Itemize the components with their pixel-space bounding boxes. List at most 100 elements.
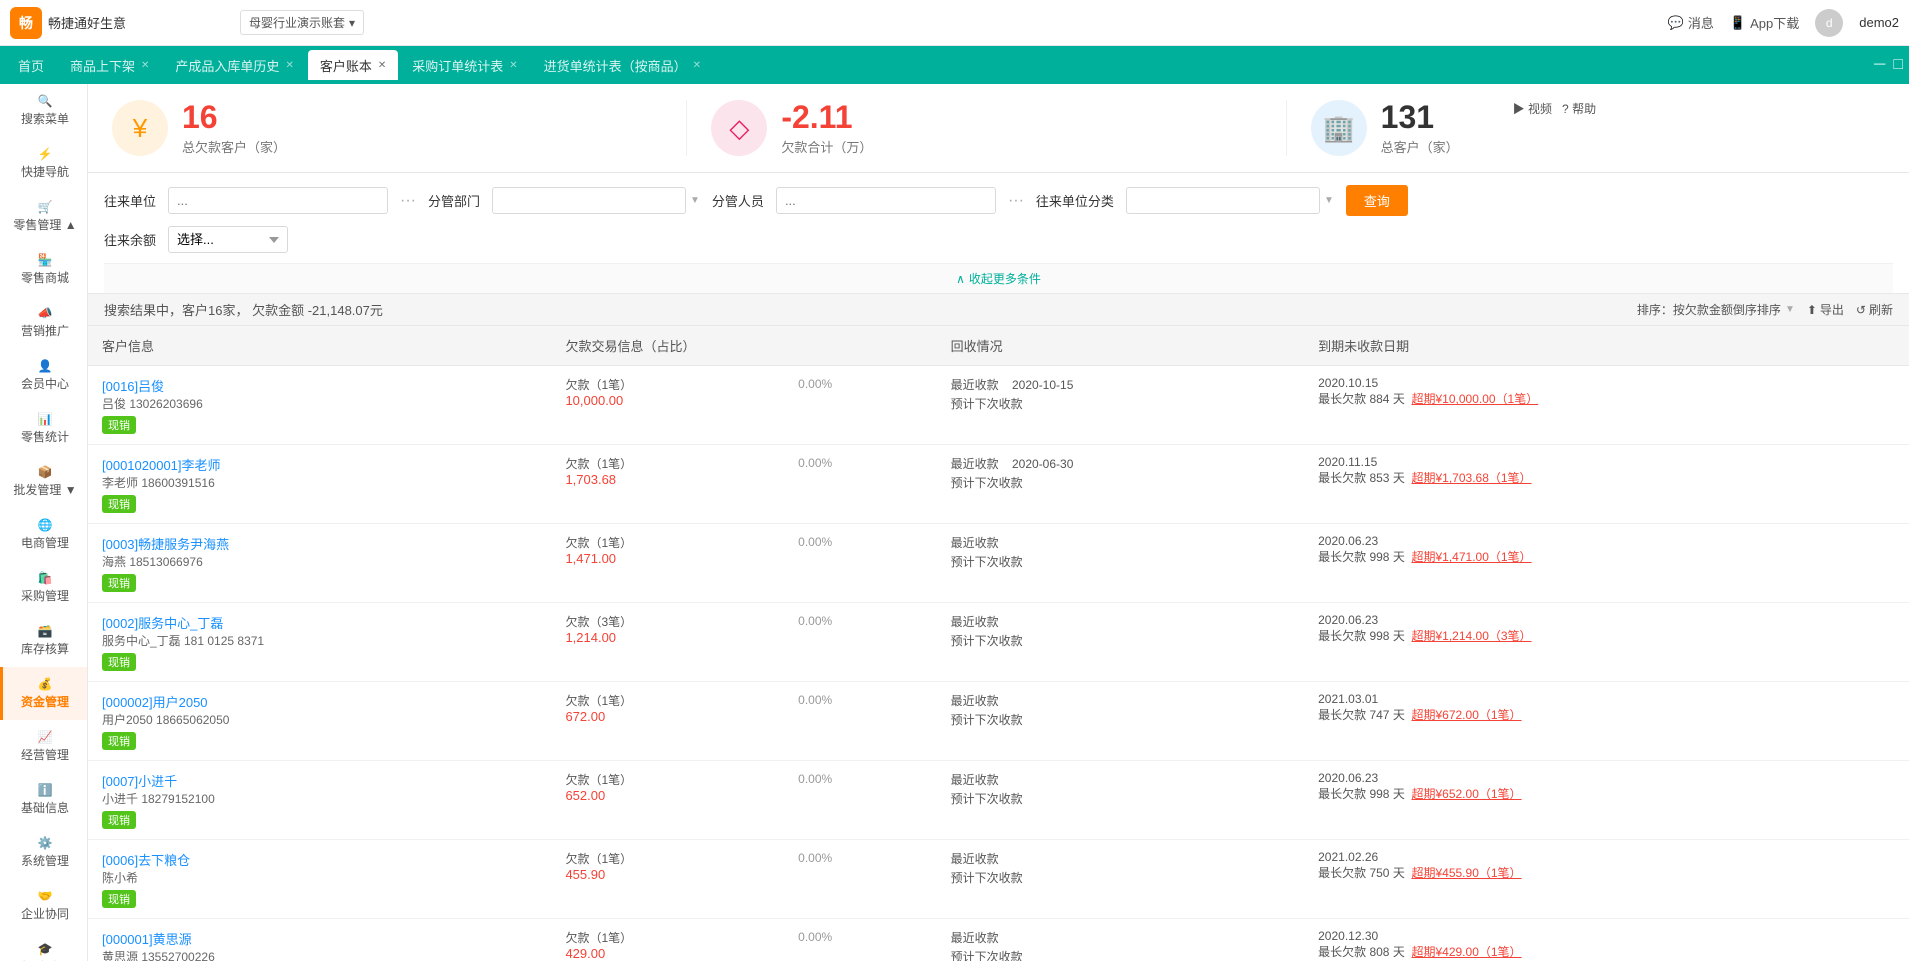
filter-input-person[interactable] [776,187,996,214]
cell-customer-3: [0002]服务中心_丁磊 服务中心_丁磊 181 0125 8371 现销 [88,603,551,682]
table-row: [0007]小进千 小进千 18279152100 现销 欠款（1笔） 652.… [88,761,1909,840]
debt-amount-6[interactable]: 455.90 [565,867,770,882]
sidebar-item-member-center[interactable]: 👤 会员中心 [0,349,87,402]
customer-name-4[interactable]: [000002]用户2050 [102,692,537,711]
debt-amount-4[interactable]: 672.00 [565,709,770,724]
tab-customer-account[interactable]: 客户账本 ✕ [308,50,398,80]
overdue-link-5[interactable]: 超期¥652.00（1笔） [1411,787,1521,801]
overdue-link-2[interactable]: 超期¥1,471.00（1笔） [1411,550,1531,564]
sidebar-item-retail-mgmt[interactable]: 🛒 零售管理 ▲ [0,190,87,243]
cell-recovery-7: 最近收款 预计下次收款 [937,919,1304,961]
sidebar-item-purchase[interactable]: 🛍️ 采购管理 [0,561,87,614]
maximize-icon[interactable]: □ [1893,56,1903,74]
help-btn[interactable]: ? 帮助 [1562,100,1596,117]
sidebar-item-ecommerce[interactable]: 🌐 电商管理 [0,508,87,561]
table-row: [000002]用户2050 用户2050 18665062050 现销 欠款（… [88,682,1909,761]
tab-purchase-order[interactable]: 采购订单统计表 ✕ [400,50,529,80]
debt-percent-4: 0.00% [798,693,832,707]
last-pay-label-3: 最近收款 [951,613,1290,630]
customer-name-3[interactable]: [0002]服务中心_丁磊 [102,613,537,632]
sidebar-item-enterprise-coop[interactable]: 🤝 企业协同 [0,879,87,932]
cell-recovery-3: 最近收款 预计下次收款 [937,603,1304,682]
cell-recovery-6: 最近收款 预计下次收款 [937,840,1304,919]
tab-purchase-stats[interactable]: 进货单统计表（按商品） ✕ [532,50,713,80]
store-selector[interactable]: 母婴行业演示账套 ▾ [240,10,364,35]
overdue-link-3[interactable]: 超期¥1,214.00（3笔） [1411,629,1531,643]
refresh-label: 刷新 [1869,301,1893,318]
refresh-btn[interactable]: ↺ 刷新 [1856,301,1893,318]
sidebar-search-label: 搜索菜单 [7,110,83,127]
customer-name-2[interactable]: [0003]畅捷服务尹海燕 [102,534,537,553]
tab-product-history-close[interactable]: ✕ [285,60,293,71]
video-btn[interactable]: ▶ 视频 [1513,100,1552,117]
debt-amount-5[interactable]: 652.00 [565,788,770,803]
debt-amount-7[interactable]: 429.00 [565,946,770,961]
sidebar-item-system[interactable]: ⚙️ 系统管理 [0,826,87,879]
sidebar-system-label: 系统管理 [7,852,83,869]
cell-percent-6: 0.00% [784,840,936,919]
filter-input-unit[interactable] [168,187,388,214]
sidebar-item-batch-mgmt[interactable]: 📦 批发管理 ▼ [0,455,87,508]
sidebar-member-center-label: 会员中心 [7,375,83,392]
export-icon: ⬆ [1807,303,1817,317]
overdue-link-6[interactable]: 超期¥455.90（1笔） [1411,866,1521,880]
sidebar-item-marketing[interactable]: 📣 营销推广 [0,296,87,349]
tab-home[interactable]: 首页 [6,50,56,80]
customer-name-1[interactable]: [0001020001]李老师 [102,455,537,474]
overdue-link-1[interactable]: 超期¥1,703.68（1笔） [1411,471,1531,485]
cell-recovery-5: 最近收款 预计下次收款 [937,761,1304,840]
sidebar-item-new-guide[interactable]: 🎓 新手引导 [0,932,87,961]
customer-name-7[interactable]: [000001]黄思源 [102,929,537,948]
debt-amount-1[interactable]: 1,703.68 [565,472,770,487]
customer-name-5[interactable]: [0007]小进千 [102,771,537,790]
message-btn[interactable]: 💬 消息 [1668,13,1714,32]
filter-select-balance[interactable]: 选择... [168,226,288,253]
customer-contact-1: 李老师 18600391516 [102,474,537,491]
debt-amount-2[interactable]: 1,471.00 [565,551,770,566]
tab-purchase-stats-close[interactable]: ✕ [693,60,701,71]
customer-name-6[interactable]: [0006]去下粮仓 [102,850,537,869]
collapse-btn[interactable]: ∧ 收起更多条件 [104,263,1893,293]
tab-product-offline[interactable]: 商品上下架 ✕ [58,50,161,80]
sidebar-item-inventory[interactable]: 🗃️ 库存核算 [0,614,87,667]
cell-customer-2: [0003]畅捷服务尹海燕 海燕 18513066976 现销 [88,524,551,603]
search-button[interactable]: 查询 [1346,185,1408,216]
customer-contact-2: 海燕 18513066976 [102,553,537,570]
debt-amount-0[interactable]: 10,000.00 [565,393,770,408]
overdue-link-7[interactable]: 超期¥429.00（1笔） [1411,945,1521,959]
minimize-icon[interactable]: ─ [1874,56,1885,74]
customer-tag-5: 现销 [102,811,136,829]
tab-product-offline-close[interactable]: ✕ [141,60,149,71]
filter-person-dots[interactable]: ··· [1008,192,1024,210]
app-logo: 畅 [10,7,42,39]
due-date-5: 2020.06.23 [1318,771,1895,785]
sidebar-item-operation[interactable]: 📈 经营管理 [0,720,87,773]
filter-input-category[interactable] [1126,187,1320,214]
export-btn[interactable]: ⬆ 导出 [1807,301,1844,318]
debt-amount-3[interactable]: 1,214.00 [565,630,770,645]
system-icon: ⚙️ [7,836,83,850]
cell-due-4: 2021.03.01 最长欠款 747 天 超期¥672.00（1笔） [1304,682,1909,761]
sidebar-item-retail-stats[interactable]: 📊 零售统计 [0,402,87,455]
cell-debt-4: 欠款（1笔） 672.00 [551,682,784,761]
card-icon-yuan: ¥ [112,100,168,156]
tab-purchase-order-close[interactable]: ✕ [509,60,517,71]
tab-customer-account-close[interactable]: ✕ [378,60,386,71]
cell-due-0: 2020.10.15 最长欠款 884 天 超期¥10,000.00（1笔） [1304,366,1909,445]
overdue-link-4[interactable]: 超期¥672.00（1笔） [1411,708,1521,722]
cell-due-3: 2020.06.23 最长欠款 998 天 超期¥1,214.00（3笔） [1304,603,1909,682]
app-download-btn[interactable]: 📱 App下载 [1730,13,1799,32]
sidebar-item-quick-nav[interactable]: ⚡ 快捷导航 [0,137,87,190]
due-date-4: 2021.03.01 [1318,692,1895,706]
filter-unit-dots[interactable]: ··· [400,192,416,210]
sidebar-item-search-menu[interactable]: 🔍 搜索菜单 [0,84,87,137]
sidebar-item-retail-mall[interactable]: 🏪 零售商城 [0,243,87,296]
tab-product-history[interactable]: 产成品入库单历史 ✕ [163,50,305,80]
filter-input-dept[interactable] [492,187,686,214]
avatar[interactable]: d [1815,9,1843,37]
customer-name-0[interactable]: [0016]吕俊 [102,376,537,395]
overdue-link-0[interactable]: 超期¥10,000.00（1笔） [1411,392,1538,406]
sidebar-item-basic-info[interactable]: ℹ️ 基础信息 [0,773,87,826]
max-overdue-label-2: 最长欠款 998 天 超期¥1,471.00（1笔） [1318,548,1895,565]
sidebar-item-capital[interactable]: 💰 资金管理 [0,667,87,720]
